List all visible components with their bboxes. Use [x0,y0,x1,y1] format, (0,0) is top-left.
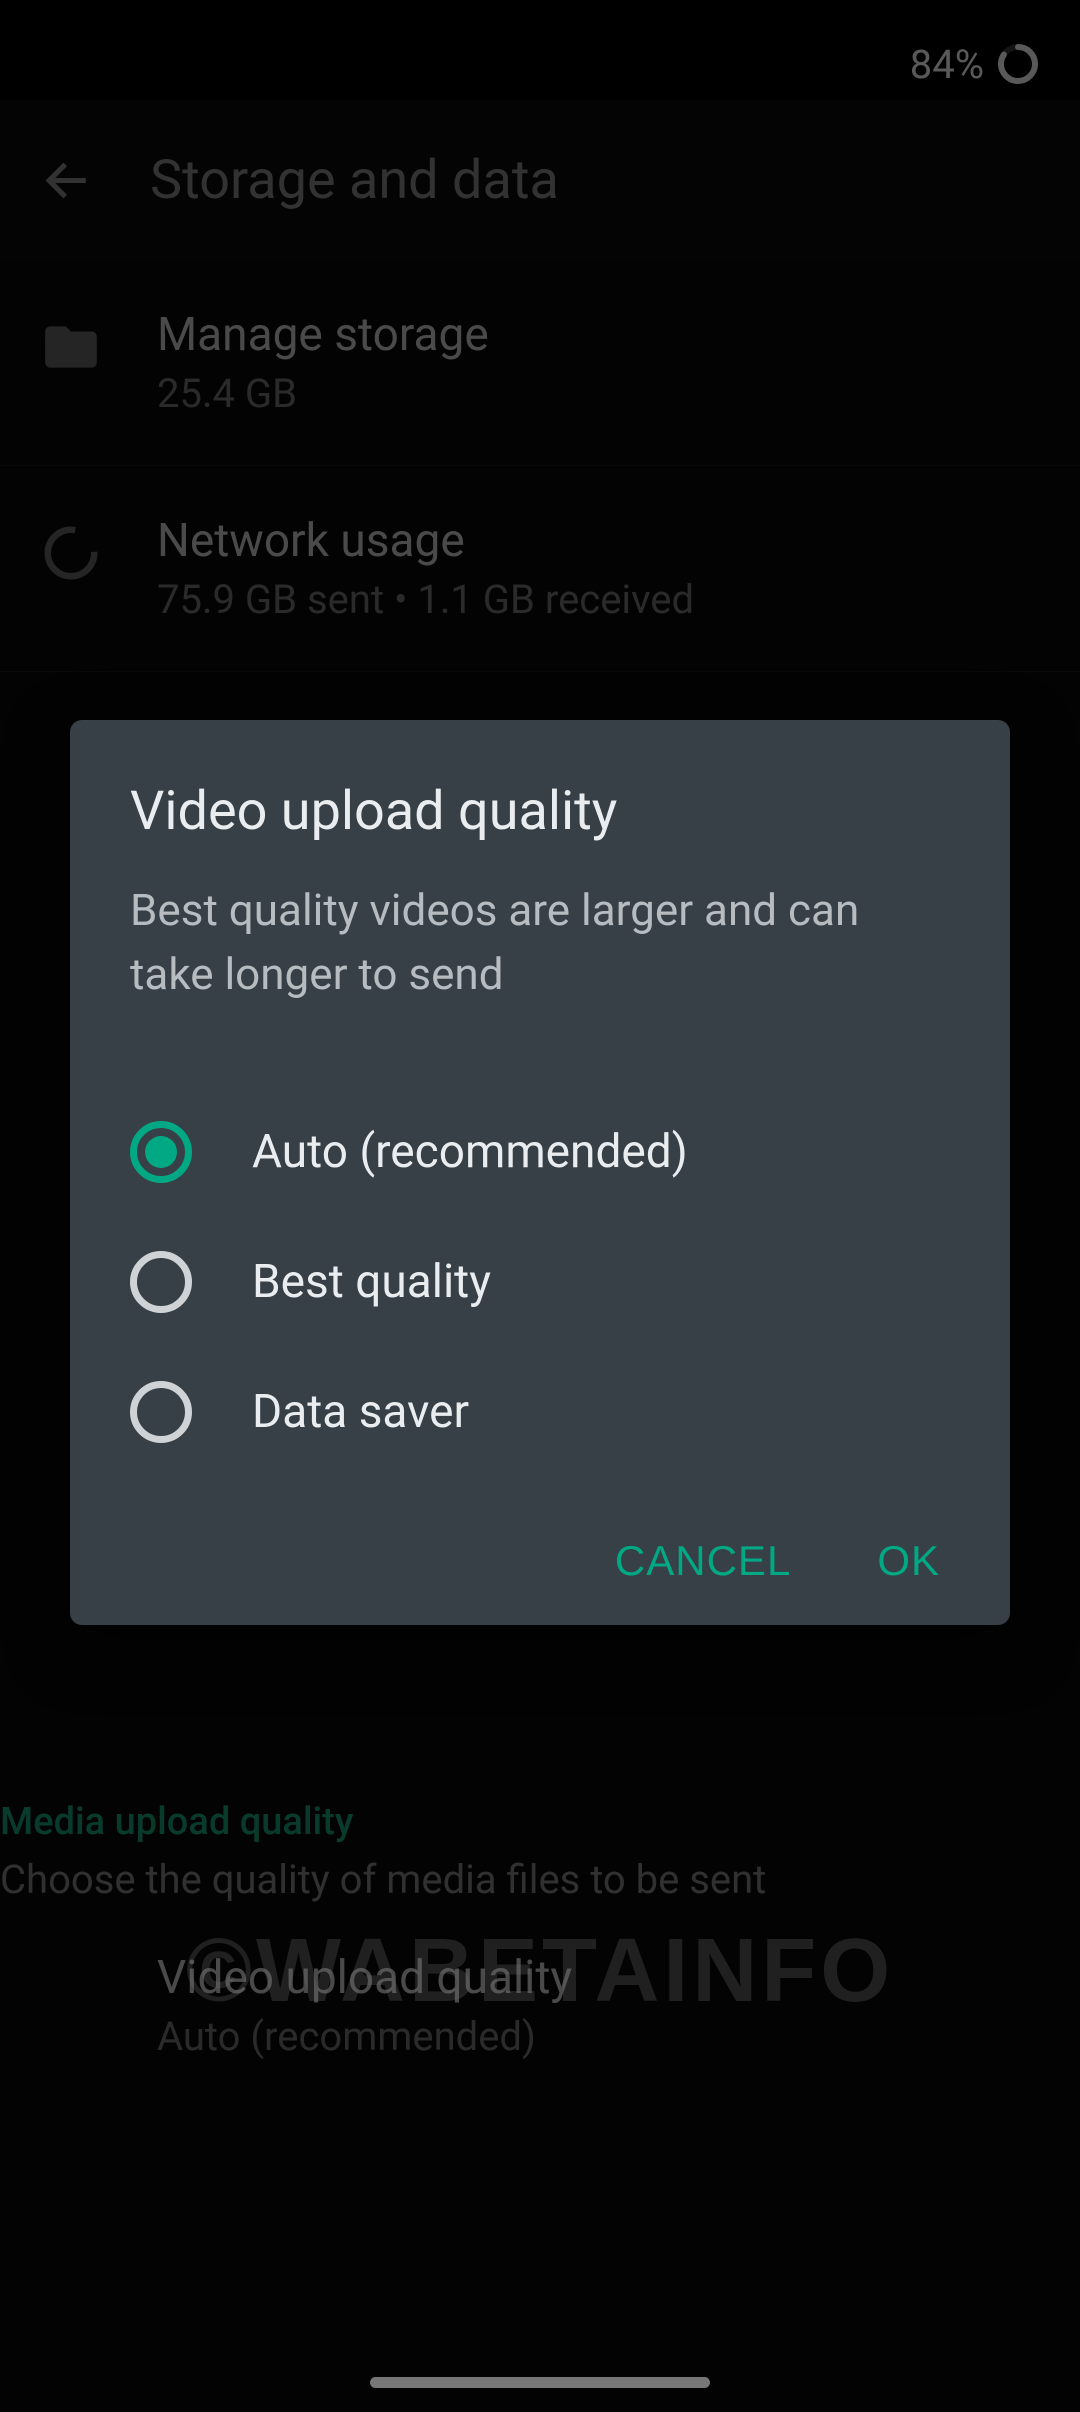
radio-icon [130,1381,192,1443]
radio-option-auto[interactable]: Auto (recommended) [130,1087,950,1217]
video-quality-dialog: Video upload quality Best quality videos… [70,720,1010,1625]
radio-icon [130,1251,192,1313]
radio-label: Best quality [252,1255,491,1309]
dialog-description: Best quality videos are larger and can t… [130,879,950,1007]
radio-label: Data saver [252,1385,469,1439]
dialog-title: Video upload quality [130,780,950,843]
radio-option-saver[interactable]: Data saver [130,1347,950,1477]
radio-option-best[interactable]: Best quality [130,1217,950,1347]
ok-button[interactable]: OK [877,1537,940,1585]
radio-icon [130,1121,192,1183]
gesture-nav-bar[interactable] [370,2377,710,2388]
cancel-button[interactable]: CANCEL [615,1537,791,1585]
radio-label: Auto (recommended) [252,1125,688,1179]
